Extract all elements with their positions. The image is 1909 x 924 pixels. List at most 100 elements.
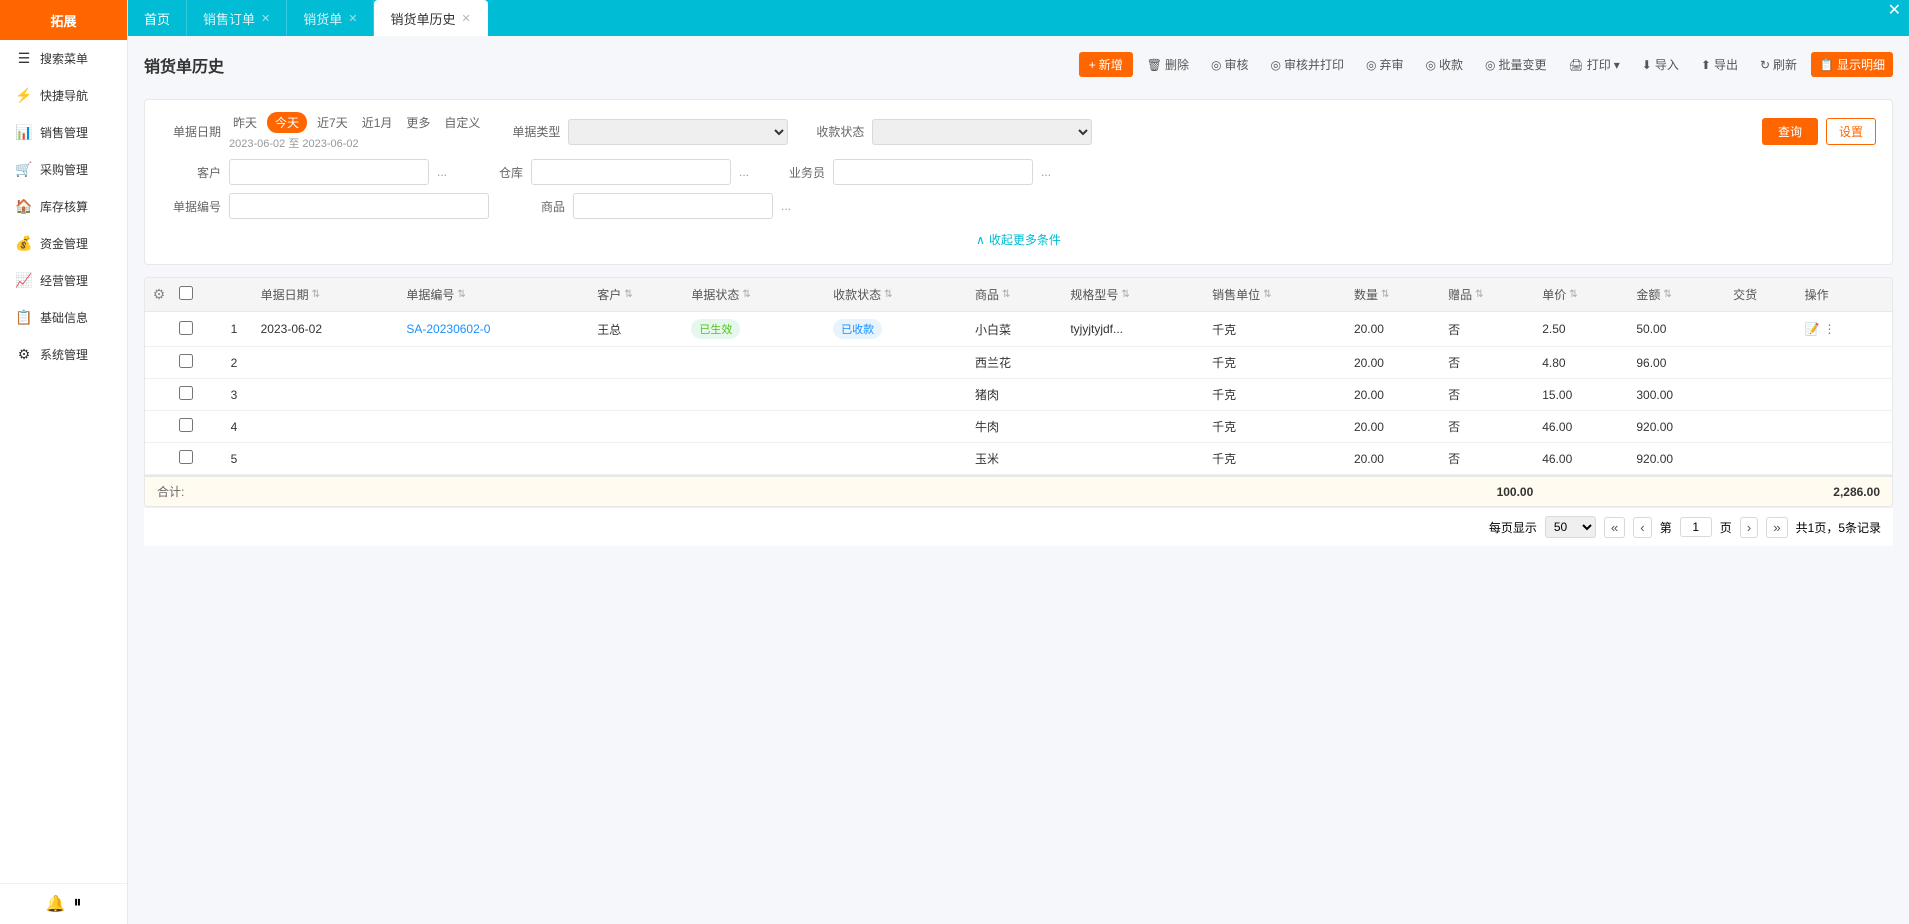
goods-ellipsis[interactable]: ... <box>781 199 791 213</box>
date-shortcut-yesterday[interactable]: 昨天 <box>229 112 261 133</box>
review-print-button[interactable]: ◎ 审核并打印 <box>1263 52 1353 77</box>
th-unit[interactable]: 销售单位 ⇅ <box>1206 278 1348 312</box>
import-button[interactable]: ⬇ 导入 <box>1634 52 1687 77</box>
td-checkbox[interactable] <box>173 411 225 443</box>
th-doc-date[interactable]: 单据日期 ⇅ <box>255 278 401 312</box>
page-size-select[interactable]: 50 20 100 <box>1545 516 1596 538</box>
sidebar-item-purchase-mgmt[interactable]: 🛒 采购管理 <box>0 151 127 188</box>
td-doc-no[interactable] <box>400 347 591 379</box>
sidebar-item-search-menu[interactable]: ☰ 搜索菜单 <box>0 40 127 77</box>
more-link[interactable]: ⋮ <box>1824 322 1836 336</box>
sidebar-item-sales-mgmt[interactable]: 📊 销售管理 <box>0 114 127 151</box>
td-unit: 千克 <box>1206 379 1348 411</box>
refresh-button[interactable]: ↻ 刷新 <box>1752 52 1805 77</box>
prev-page-button[interactable]: ‹ <box>1633 517 1651 538</box>
payment-status-filter-group: 收款状态 <box>804 119 1092 145</box>
review-button[interactable]: ◎ 审核 <box>1203 52 1257 77</box>
date-shortcut-custom[interactable]: 自定义 <box>440 112 484 133</box>
salesman-ellipsis[interactable]: ... <box>1041 165 1051 179</box>
row-checkbox[interactable] <box>179 418 193 432</box>
td-doc-no[interactable] <box>400 411 591 443</box>
salesman-input[interactable] <box>833 159 1033 185</box>
td-doc-no[interactable]: SA-20230602-0 <box>400 312 591 347</box>
print-button[interactable]: 🖨 打印 ▾ <box>1561 52 1628 77</box>
sidebar-item-finance[interactable]: 💰 资金管理 <box>0 225 127 262</box>
notification-icon[interactable]: 🔔 <box>46 894 66 914</box>
date-shortcut-1month[interactable]: 近1月 <box>358 112 397 133</box>
doc-type-select[interactable] <box>568 119 788 145</box>
th-goods[interactable]: 商品 ⇅ <box>969 278 1064 312</box>
settings-icon[interactable]: ⚙ <box>153 286 166 302</box>
td-doc-no[interactable] <box>400 443 591 475</box>
window-close-button[interactable]: ✕ <box>1880 0 1909 36</box>
th-unit-price[interactable]: 单价 ⇅ <box>1536 278 1630 312</box>
td-checkbox[interactable] <box>173 443 225 475</box>
row-checkbox[interactable] <box>179 386 193 400</box>
td-unit: 千克 <box>1206 312 1348 347</box>
td-goods: 猪肉 <box>969 379 1064 411</box>
sidebar-item-inventory[interactable]: 🏠 库存核算 <box>0 188 127 225</box>
sidebar-item-operations[interactable]: 📈 经营管理 <box>0 262 127 299</box>
th-gift[interactable]: 赠品 ⇅ <box>1442 278 1536 312</box>
last-page-button[interactable]: » <box>1766 517 1787 538</box>
doc-no-link[interactable]: SA-20230602-0 <box>406 322 490 336</box>
export-icon: ⬆ <box>1701 58 1711 72</box>
sidebar-item-system-mgmt[interactable]: ⚙ 系统管理 <box>0 336 127 373</box>
date-shortcut-7days[interactable]: 近7天 <box>313 112 352 133</box>
th-amount[interactable]: 金额 ⇅ <box>1630 278 1727 312</box>
payment-status-select[interactable] <box>872 119 1092 145</box>
th-doc-no[interactable]: 单据编号 ⇅ <box>400 278 591 312</box>
goods-input[interactable] <box>573 193 773 219</box>
tab-sales-goods-close[interactable]: ✕ <box>348 12 357 25</box>
warehouse-ellipsis[interactable]: ... <box>739 165 749 179</box>
date-shortcut-more[interactable]: 更多 <box>402 112 434 133</box>
setting-button[interactable]: 设置 <box>1826 118 1876 145</box>
th-settings[interactable]: ⚙ <box>145 278 173 312</box>
th-spec[interactable]: 规格型号 ⇅ <box>1064 278 1206 312</box>
show-detail-button[interactable]: 📋 显示明细 <box>1811 52 1893 77</box>
th-checkbox[interactable] <box>173 278 225 312</box>
tab-sales-order-close[interactable]: ✕ <box>261 12 270 25</box>
select-all-checkbox[interactable] <box>179 286 193 300</box>
collapse-button[interactable]: ∧ 收起更多条件 <box>161 227 1876 252</box>
query-button[interactable]: 查询 <box>1762 118 1818 145</box>
row-checkbox[interactable] <box>179 321 193 335</box>
sidebar-item-label: 库存核算 <box>40 198 88 215</box>
collect-button[interactable]: ◎ 收款 <box>1418 52 1472 77</box>
abandon-button[interactable]: ◎ 弃审 <box>1358 52 1412 77</box>
tab-sales-history[interactable]: 销货单历史 ✕ <box>374 0 487 36</box>
new-button[interactable]: + 新增 <box>1079 52 1133 77</box>
pause-icon[interactable]: ⏸ <box>73 894 81 914</box>
row-checkbox[interactable] <box>179 450 193 464</box>
th-payment-status[interactable]: 收款状态 ⇅ <box>827 278 969 312</box>
delete-button[interactable]: 🗑 删除 <box>1139 52 1197 77</box>
batch-change-button[interactable]: ◎ 批量变更 <box>1477 52 1555 77</box>
tab-sales-order[interactable]: 销售订单 ✕ <box>187 0 287 36</box>
sidebar-item-basic-info[interactable]: 📋 基础信息 <box>0 299 127 336</box>
main-area: 首页 销售订单 ✕ 销货单 ✕ 销货单历史 ✕ ✕ 销货单历史 + 新增 <box>128 0 1909 924</box>
th-qty[interactable]: 数量 ⇅ <box>1348 278 1442 312</box>
next-page-button[interactable]: › <box>1740 517 1758 538</box>
date-shortcut-today[interactable]: 今天 <box>267 112 307 133</box>
edit-link[interactable]: 📝 <box>1805 322 1820 336</box>
customer-input[interactable] <box>229 159 429 185</box>
tab-sales-history-close[interactable]: ✕ <box>462 12 471 25</box>
first-page-button[interactable]: « <box>1604 517 1625 538</box>
page-number-input[interactable] <box>1680 517 1712 537</box>
doc-no-input[interactable] <box>229 193 489 219</box>
td-customer <box>591 411 685 443</box>
td-doc-no[interactable] <box>400 379 591 411</box>
th-customer[interactable]: 客户 ⇅ <box>591 278 685 312</box>
warehouse-input[interactable] <box>531 159 731 185</box>
tab-home[interactable]: 首页 <box>128 0 187 36</box>
sidebar-item-quick-nav[interactable]: ⚡ 快捷导航 <box>0 77 127 114</box>
th-doc-status[interactable]: 单据状态 ⇅ <box>685 278 827 312</box>
td-checkbox[interactable] <box>173 347 225 379</box>
td-checkbox[interactable] <box>173 312 225 347</box>
td-checkbox[interactable] <box>173 379 225 411</box>
content-area: 销货单历史 + 新增 🗑 删除 ◎ 审核 ◎ 审核并打印 <box>128 36 1909 924</box>
tab-sales-goods[interactable]: 销货单 ✕ <box>287 0 374 36</box>
export-button[interactable]: ⬆ 导出 <box>1693 52 1746 77</box>
customer-ellipsis[interactable]: ... <box>437 165 447 179</box>
row-checkbox[interactable] <box>179 354 193 368</box>
